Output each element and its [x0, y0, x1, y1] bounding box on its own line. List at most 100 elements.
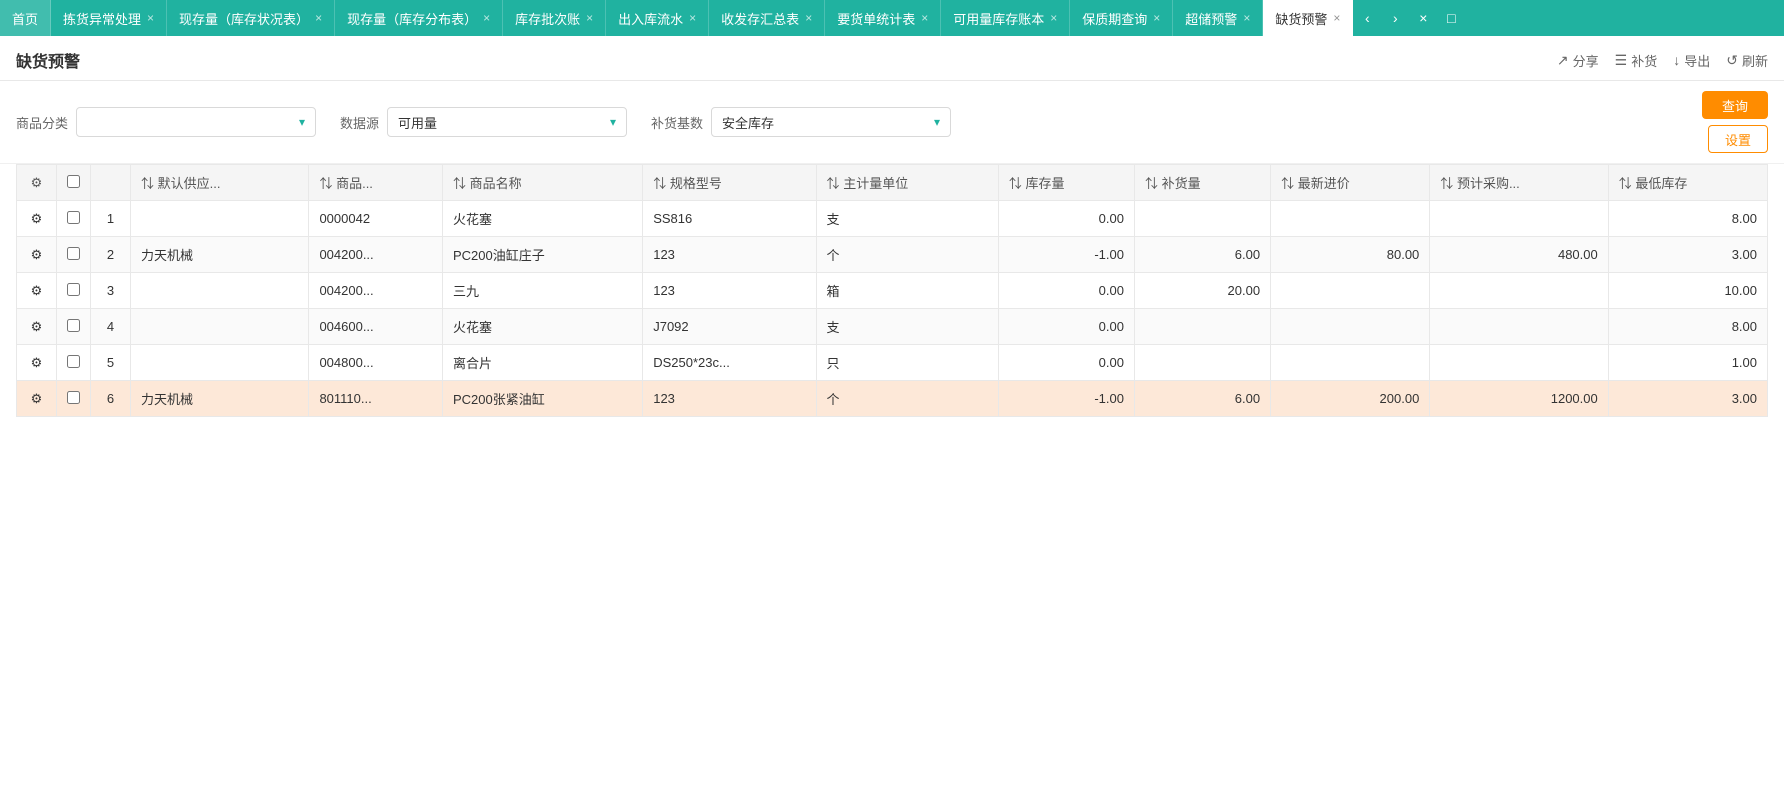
- col-header-estimated-purchase[interactable]: ⇅ 预计采购...: [1430, 165, 1608, 201]
- row-latest-price-1: 80.00: [1271, 237, 1430, 273]
- row-stock-0: 0.00: [998, 201, 1134, 237]
- row-estimated-purchase-0: [1430, 201, 1608, 237]
- tab-shortage[interactable]: 缺货预警 ×: [1263, 0, 1353, 36]
- col-header-supplier[interactable]: ⇅ 默认供应...: [131, 165, 309, 201]
- category-dropdown-icon: ▾: [299, 115, 305, 129]
- replenish-basis-dropdown-icon: ▾: [934, 115, 940, 129]
- row-gear-1[interactable]: ⚙: [17, 237, 57, 273]
- row-min-stock-2: 10.00: [1608, 273, 1767, 309]
- row-checkbox-4[interactable]: [57, 345, 91, 381]
- tab-close-order-stats[interactable]: ×: [921, 11, 928, 25]
- row-gear-2[interactable]: ⚙: [17, 273, 57, 309]
- table-container: ⚙ ⇅ 默认供应... ⇅ 商品... ⇅: [0, 164, 1784, 417]
- tab-order-stats[interactable]: 要货单统计表 ×: [825, 0, 941, 36]
- tab-stock-status[interactable]: 现存量（库存状况表） ×: [167, 0, 335, 36]
- tab-close-overstock[interactable]: ×: [1243, 11, 1250, 25]
- row-select-checkbox[interactable]: [67, 211, 80, 224]
- tab-close-shortage[interactable]: ×: [1333, 11, 1340, 25]
- refresh-icon: ↺: [1726, 52, 1738, 69]
- tab-receive-summary[interactable]: 收发存汇总表 ×: [709, 0, 825, 36]
- tab-stock-dist[interactable]: 现存量（库存分布表） ×: [335, 0, 503, 36]
- row-replenish-2: 20.00: [1134, 273, 1270, 309]
- export-button[interactable]: ↓ 导出: [1673, 51, 1710, 70]
- row-select-checkbox[interactable]: [67, 355, 80, 368]
- tab-close-abnormal[interactable]: ×: [147, 11, 154, 25]
- settings-button[interactable]: 设置: [1708, 125, 1768, 153]
- row-name-0: 火花塞: [443, 201, 643, 237]
- row-checkbox-5[interactable]: [57, 381, 91, 417]
- spec-sort-icon: ⇅: [653, 176, 666, 191]
- datasource-select[interactable]: 可用量 ▾: [387, 107, 627, 137]
- category-select[interactable]: ▾: [76, 107, 316, 137]
- col-header-checkbox[interactable]: [57, 165, 91, 201]
- tab-home[interactable]: 首页: [0, 0, 51, 36]
- row-checkbox-2[interactable]: [57, 273, 91, 309]
- col-header-stock[interactable]: ⇅ 库存量: [998, 165, 1134, 201]
- datasource-label: 数据源: [340, 113, 379, 132]
- tab-expiry-query[interactable]: 保质期查询 ×: [1070, 0, 1173, 36]
- row-select-checkbox[interactable]: [67, 247, 80, 260]
- share-button[interactable]: ↗ 分享: [1557, 51, 1599, 70]
- row-stock-2: 0.00: [998, 273, 1134, 309]
- tab-nav-prev[interactable]: ‹: [1353, 0, 1381, 36]
- row-checkbox-1[interactable]: [57, 237, 91, 273]
- col-header-replenish[interactable]: ⇅ 补货量: [1134, 165, 1270, 201]
- tab-close-receive-summary[interactable]: ×: [805, 11, 812, 25]
- row-checkbox-0[interactable]: [57, 201, 91, 237]
- row-gear-icon: ⚙: [31, 355, 43, 370]
- col-header-spec[interactable]: ⇅ 规格型号: [643, 165, 816, 201]
- export-icon: ↓: [1673, 52, 1680, 68]
- tab-batch-account[interactable]: 库存批次账 ×: [503, 0, 606, 36]
- row-gear-icon: ⚙: [31, 211, 43, 226]
- row-gear-5[interactable]: ⚙: [17, 381, 57, 417]
- tab-close-batch-account[interactable]: ×: [586, 11, 593, 25]
- row-unit-3: 支: [816, 309, 998, 345]
- row-gear-3[interactable]: ⚙: [17, 309, 57, 345]
- row-spec-1: 123: [643, 237, 816, 273]
- row-unit-5: 个: [816, 381, 998, 417]
- col-header-name[interactable]: ⇅ 商品名称: [443, 165, 643, 201]
- tab-close-available-ledger[interactable]: ×: [1050, 11, 1057, 25]
- row-select-checkbox[interactable]: [67, 283, 80, 296]
- refresh-button[interactable]: ↺ 刷新: [1726, 51, 1768, 70]
- col-header-unit[interactable]: ⇅ 主计量单位: [816, 165, 998, 201]
- tab-abnormal[interactable]: 拣货异常处理 ×: [51, 0, 167, 36]
- row-gear-0[interactable]: ⚙: [17, 201, 57, 237]
- select-all-checkbox[interactable]: [67, 175, 80, 188]
- row-gear-4[interactable]: ⚙: [17, 345, 57, 381]
- row-seq-2: 3: [91, 273, 131, 309]
- row-replenish-5: 6.00: [1134, 381, 1270, 417]
- table-row: ⚙ 3 004200... 三九 123 箱 0.00 20.00 10.00: [17, 273, 1768, 309]
- tab-overstock[interactable]: 超储预警 ×: [1173, 0, 1263, 36]
- row-select-checkbox[interactable]: [67, 319, 80, 332]
- tab-available-ledger[interactable]: 可用量库存账本 ×: [941, 0, 1070, 36]
- replenish-basis-select-value: 安全库存: [722, 113, 774, 132]
- row-checkbox-3[interactable]: [57, 309, 91, 345]
- row-seq-3: 4: [91, 309, 131, 345]
- tab-inout-flow[interactable]: 出入库流水 ×: [606, 0, 709, 36]
- category-filter-group: 商品分类 ▾: [16, 107, 316, 137]
- tab-close-stock-dist[interactable]: ×: [483, 11, 490, 25]
- row-gear-icon: ⚙: [31, 247, 43, 262]
- row-select-checkbox[interactable]: [67, 391, 80, 404]
- tab-close-stock-status[interactable]: ×: [315, 11, 322, 25]
- tab-window-maximize[interactable]: □: [1437, 0, 1465, 36]
- row-stock-5: -1.00: [998, 381, 1134, 417]
- query-button[interactable]: 查询: [1702, 91, 1768, 119]
- replenish-icon: ☰: [1615, 52, 1628, 69]
- tab-close-inout-flow[interactable]: ×: [689, 11, 696, 25]
- row-estimated-purchase-2: [1430, 273, 1608, 309]
- latest-price-sort-icon: ⇅: [1281, 176, 1294, 191]
- tab-close-expiry-query[interactable]: ×: [1153, 11, 1160, 25]
- tab-nav-next[interactable]: ›: [1381, 0, 1409, 36]
- col-header-gear[interactable]: ⚙: [17, 165, 57, 201]
- col-header-min-stock[interactable]: ⇅ 最低库存: [1608, 165, 1767, 201]
- datasource-filter-group: 数据源 可用量 ▾: [340, 107, 627, 137]
- replenish-button[interactable]: ☰ 补货: [1615, 51, 1658, 70]
- row-stock-4: 0.00: [998, 345, 1134, 381]
- replenish-basis-select[interactable]: 安全库存 ▾: [711, 107, 951, 137]
- tab-window-close[interactable]: ×: [1409, 0, 1437, 36]
- col-header-latest-price[interactable]: ⇅ 最新进价: [1271, 165, 1430, 201]
- table-body: ⚙ 1 0000042 火花塞 SS816 支 0.00 8.00 ⚙ 2 力天…: [17, 201, 1768, 417]
- col-header-sku[interactable]: ⇅ 商品...: [309, 165, 443, 201]
